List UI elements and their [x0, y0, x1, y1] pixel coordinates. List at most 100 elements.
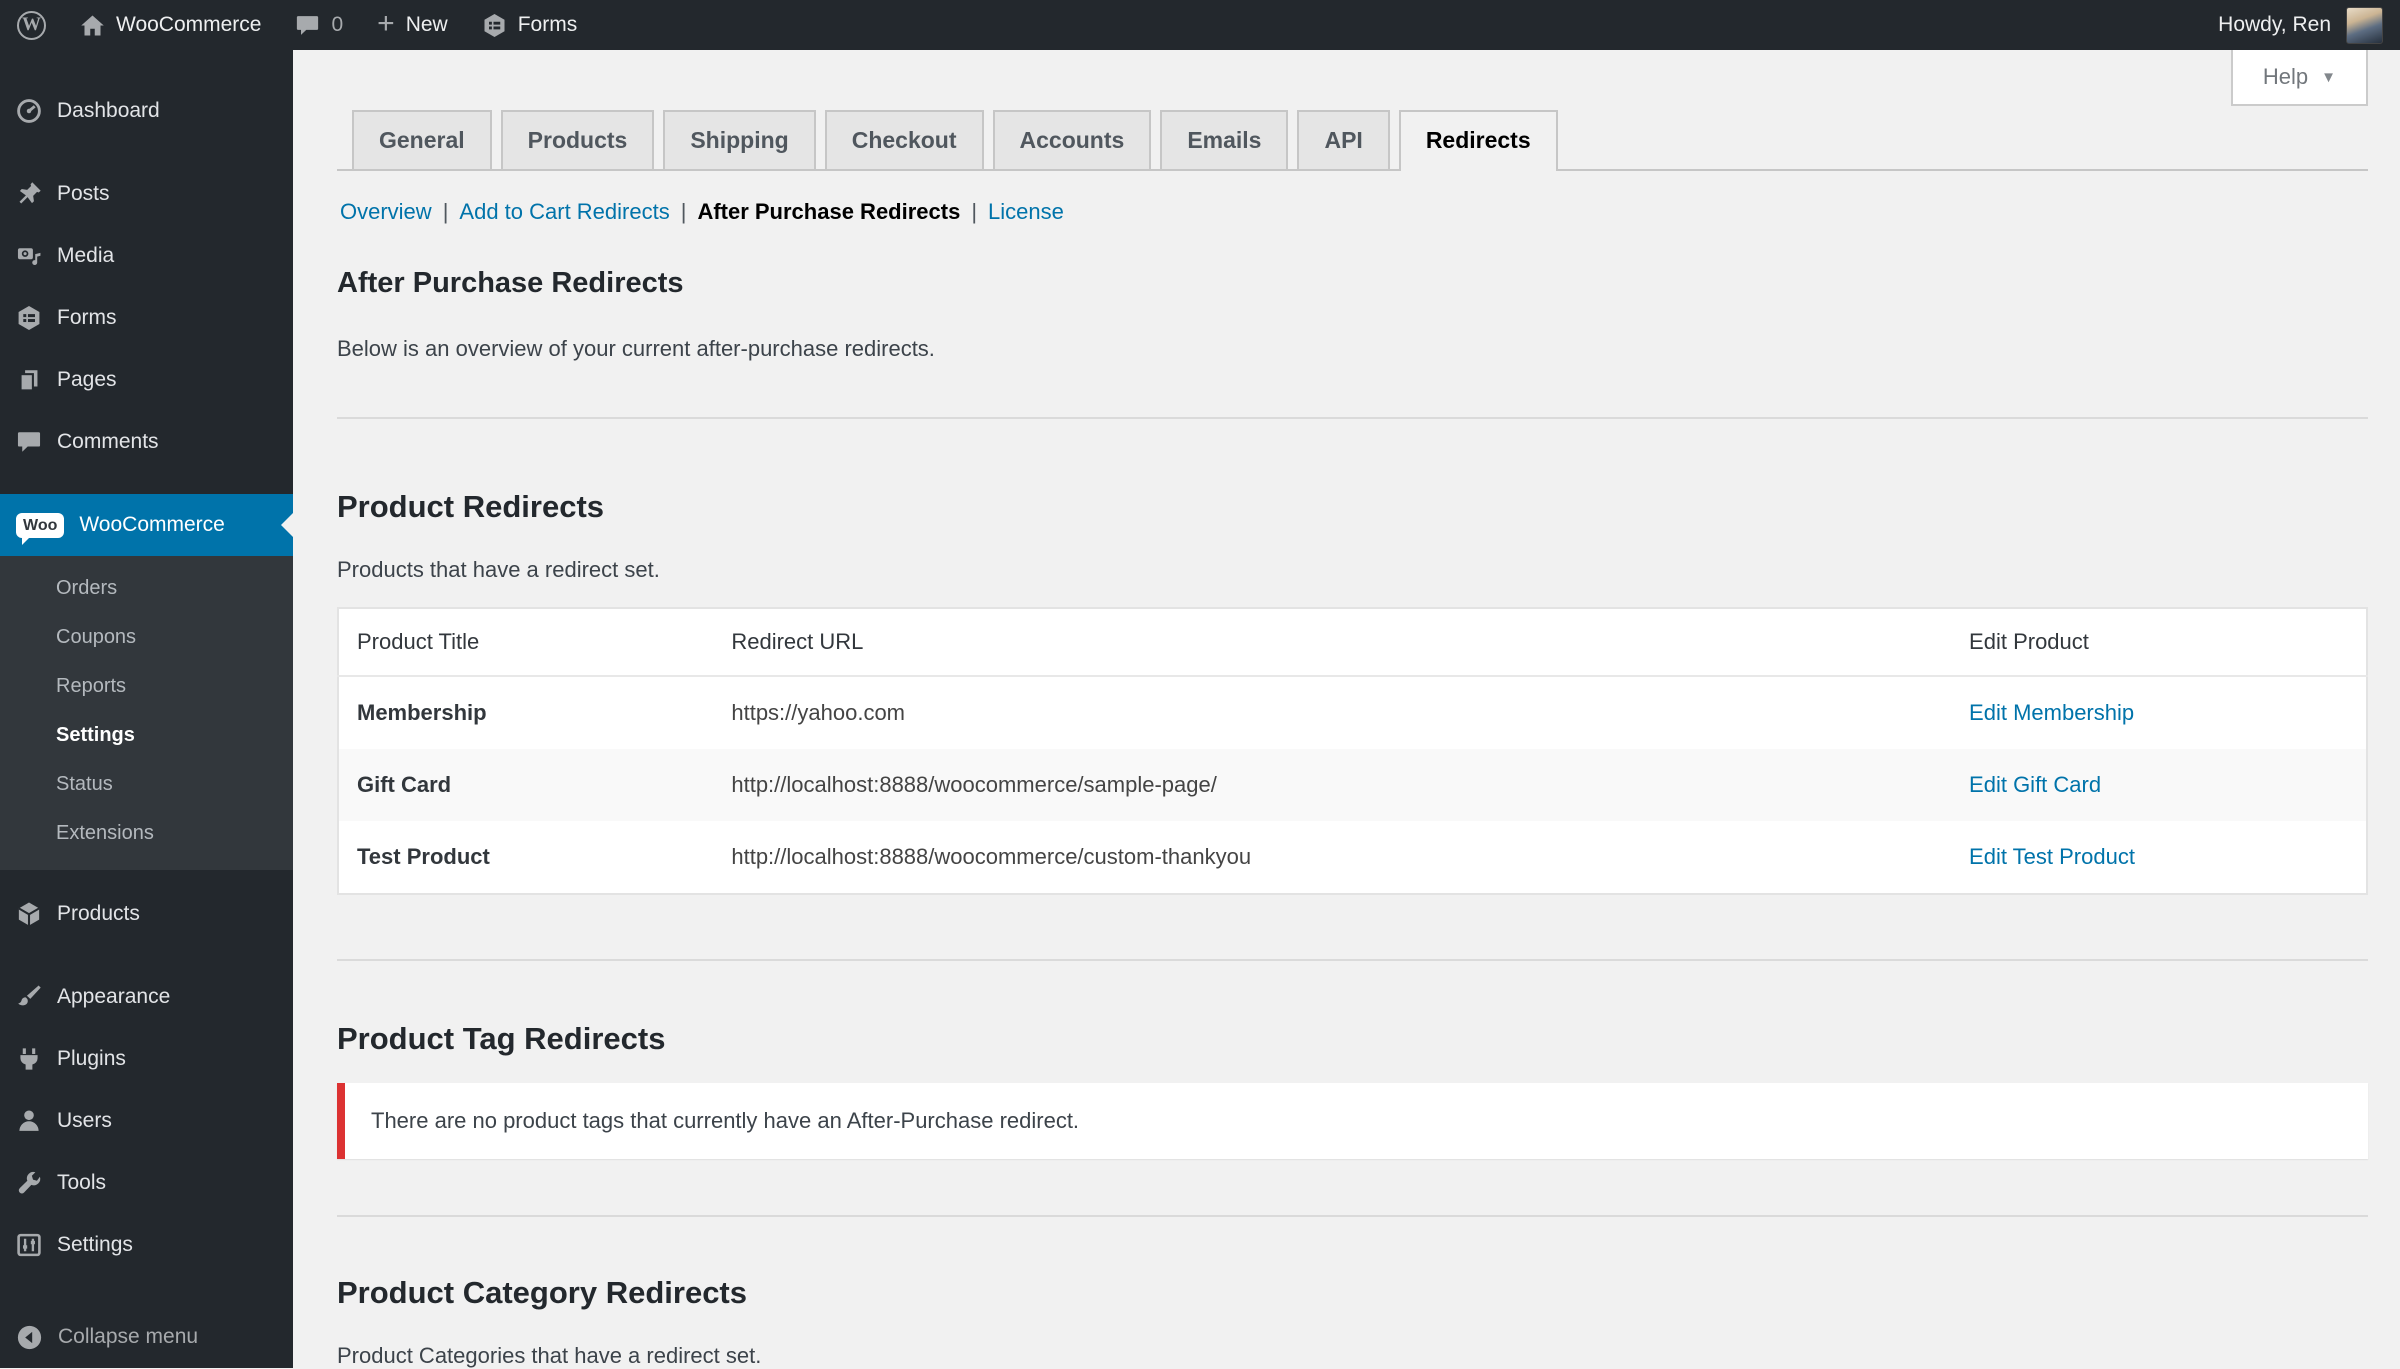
- collapse-arrow-icon: [17, 1325, 42, 1349]
- tab-redirects[interactable]: Redirects: [1398, 110, 1558, 171]
- sidebar-item-forms[interactable]: Forms: [0, 287, 293, 349]
- site-name-label: WooCommerce: [116, 13, 262, 36]
- tab-general[interactable]: General: [352, 110, 492, 169]
- comments-count: 0: [331, 13, 344, 36]
- pushpin-icon: [19, 182, 41, 204]
- menu-separator: [0, 945, 293, 966]
- table-row: Membership https://yahoo.com Edit Member…: [338, 676, 2367, 749]
- help-button[interactable]: Help ▼: [2230, 50, 2368, 106]
- edit-test-product-link[interactable]: Edit Test Product: [1969, 844, 2135, 869]
- submenu-item-reports[interactable]: Reports: [0, 662, 293, 711]
- product-category-redirects-heading: Product Category Redirects: [337, 1275, 747, 1310]
- sidebar-label: Users: [57, 1109, 112, 1132]
- tab-api[interactable]: API: [1297, 110, 1390, 169]
- page-intro: Below is an overview of your current aft…: [337, 336, 935, 361]
- products-cube-icon: [18, 902, 40, 926]
- sidebar-label: Settings: [57, 1233, 133, 1256]
- sidebar-item-woocommerce[interactable]: Woo WooCommerce: [0, 494, 293, 556]
- sidebar-label: Plugins: [57, 1047, 126, 1070]
- sidebar-item-plugins[interactable]: Plugins: [0, 1028, 293, 1090]
- submenu-item-settings[interactable]: Settings: [0, 711, 293, 760]
- tab-emails[interactable]: Emails: [1160, 110, 1289, 169]
- forms-hexagon-icon: [484, 13, 505, 37]
- subnav-separator: |: [971, 199, 978, 224]
- sidebar-item-posts[interactable]: Posts: [0, 163, 293, 225]
- tab-products[interactable]: Products: [500, 110, 655, 169]
- comment-bubble-icon: [17, 432, 41, 452]
- sidebar-label: Forms: [57, 306, 117, 329]
- forms-menu[interactable]: Forms: [465, 0, 595, 50]
- pages-icon: [19, 370, 38, 392]
- comments-menu[interactable]: 0: [278, 0, 360, 50]
- edit-membership-link[interactable]: Edit Membership: [1969, 700, 2134, 725]
- sidebar-item-appearance[interactable]: Appearance: [0, 966, 293, 1028]
- wrench-icon: [18, 1171, 41, 1194]
- new-menu[interactable]: + New: [360, 0, 465, 50]
- redirect-url: http://localhost:8888/woocommerce/custom…: [731, 844, 1252, 869]
- tab-accounts[interactable]: Accounts: [992, 110, 1152, 169]
- submenu-item-coupons[interactable]: Coupons: [0, 613, 293, 662]
- sidebar-item-users[interactable]: Users: [0, 1090, 293, 1152]
- sidebar-item-products[interactable]: Products: [0, 883, 293, 945]
- table-row: Test Product http://localhost:8888/wooco…: [338, 821, 2367, 894]
- section-divider: [337, 417, 2368, 419]
- subnav-license[interactable]: License: [988, 199, 1064, 225]
- sidebar-label: Products: [57, 902, 140, 925]
- help-label: Help: [2262, 64, 2309, 89]
- site-name-menu[interactable]: WooCommerce: [63, 0, 278, 50]
- table-header-row: Product Title Redirect URL Edit Product: [338, 608, 2367, 677]
- new-label: New: [405, 13, 448, 36]
- caret-down-icon: ▼: [2321, 68, 2336, 86]
- column-edit-product: Edit Product: [1951, 608, 2367, 677]
- table-row: Gift Card http://localhost:8888/woocomme…: [338, 749, 2367, 821]
- collapse-menu-button[interactable]: Collapse menu: [0, 1310, 293, 1364]
- howdy-label: Howdy, Ren: [2218, 13, 2331, 36]
- no-tag-redirects-notice: There are no product tags that currently…: [337, 1083, 2368, 1159]
- main-content: Help ▼ General Products Shipping Checkou…: [293, 50, 2400, 1368]
- sidebar-item-dashboard[interactable]: Dashboard: [0, 80, 293, 142]
- tab-shipping[interactable]: Shipping: [663, 110, 816, 169]
- wordpress-icon: W: [17, 10, 46, 40]
- plus-icon: +: [377, 6, 395, 40]
- product-title: Membership: [357, 700, 487, 725]
- admin-bar: W WooCommerce 0 + New Forms Howdy, Ren: [0, 0, 2400, 50]
- sidebar-item-settings[interactable]: Settings: [0, 1214, 293, 1276]
- edit-gift-card-link[interactable]: Edit Gift Card: [1969, 772, 2101, 797]
- product-title: Gift Card: [357, 772, 452, 797]
- collapse-menu-label: Collapse menu: [58, 1325, 199, 1348]
- sidebar-label: Dashboard: [57, 99, 160, 122]
- sidebar-item-tools[interactable]: Tools: [0, 1152, 293, 1214]
- wp-logo-menu[interactable]: W: [0, 0, 63, 50]
- account-menu[interactable]: Howdy, Ren: [2201, 0, 2400, 50]
- menu-separator: [0, 870, 293, 883]
- sidebar-item-comments[interactable]: Comments: [0, 411, 293, 473]
- woocommerce-icon: Woo: [16, 512, 65, 545]
- sidebar-item-pages[interactable]: Pages: [0, 349, 293, 411]
- menu-separator: [0, 142, 293, 163]
- subnav-after-purchase-redirects[interactable]: After Purchase Redirects: [697, 199, 960, 225]
- sidebar-item-media[interactable]: Media: [0, 225, 293, 287]
- settings-sliders-icon: [17, 1233, 41, 1257]
- redirects-subnav: Overview | Add to Cart Redirects | After…: [337, 199, 2368, 225]
- comment-bubble-icon: [297, 15, 319, 35]
- sidebar-label: Posts: [57, 182, 110, 205]
- product-title: Test Product: [357, 844, 490, 869]
- tab-checkout[interactable]: Checkout: [824, 110, 984, 169]
- section-divider: [337, 1215, 2368, 1217]
- menu-separator: [0, 473, 293, 494]
- avatar: [2346, 6, 2383, 44]
- settings-tabs: General Products Shipping Checkout Accou…: [337, 50, 2368, 171]
- submenu-item-extensions[interactable]: Extensions: [0, 809, 293, 858]
- submenu-item-orders[interactable]: Orders: [0, 564, 293, 613]
- woocommerce-submenu: Orders Coupons Reports Settings Status E…: [0, 556, 293, 870]
- forms-label: Forms: [517, 13, 578, 36]
- plugin-icon: [20, 1048, 38, 1070]
- subnav-add-to-cart-redirects[interactable]: Add to Cart Redirects: [459, 199, 669, 225]
- product-redirects-heading: Product Redirects: [337, 489, 605, 524]
- submenu-item-status[interactable]: Status: [0, 760, 293, 809]
- subnav-overview[interactable]: Overview: [340, 199, 432, 225]
- paintbrush-icon: [18, 985, 41, 1006]
- sidebar-label: Comments: [57, 430, 159, 453]
- media-icon: [17, 248, 41, 266]
- sidebar-label: Pages: [57, 368, 117, 391]
